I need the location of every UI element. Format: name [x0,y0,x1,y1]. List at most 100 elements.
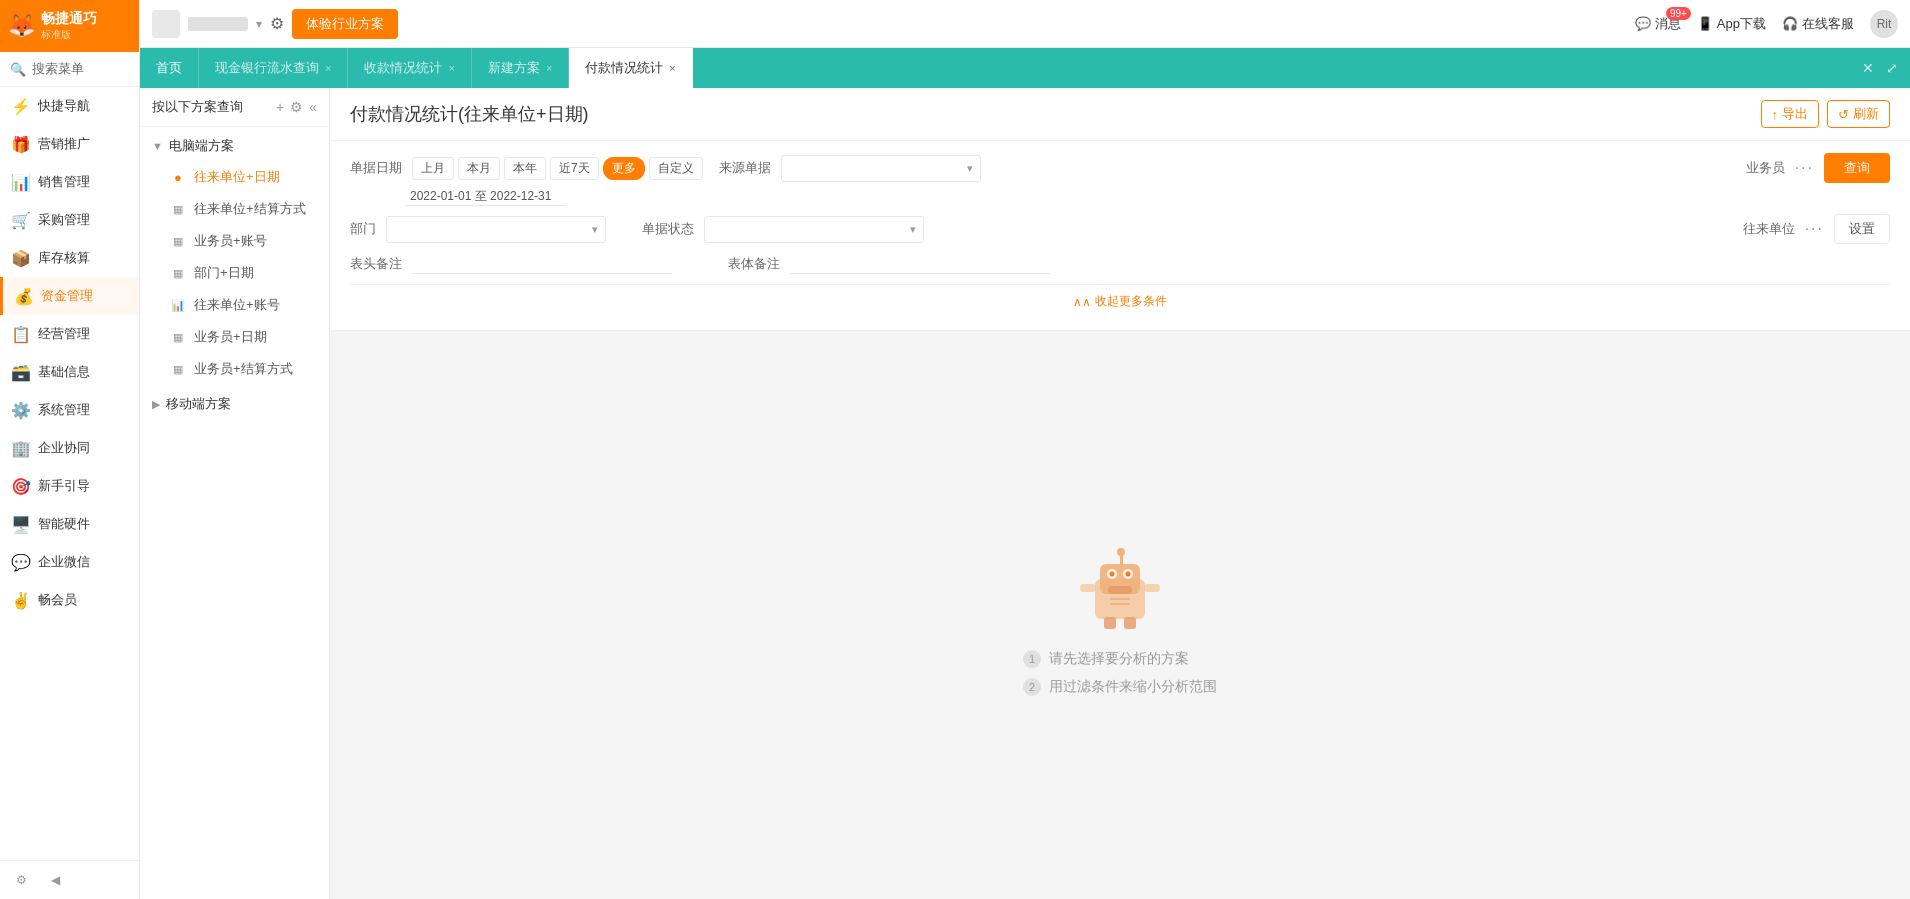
scheme-item-0[interactable]: ● 往来单位+日期 [140,161,329,193]
page-header: 付款情况统计(往来单位+日期) ↑ 导出 ↺ 刷新 [330,88,1910,141]
filter-area: 单据日期 上月 本月 本年 近7天 更多 自定义 来源单据 [330,141,1910,331]
scheme-section-desktop-header[interactable]: ▼ 电脑端方案 [140,131,329,161]
dept-select[interactable] [386,216,606,243]
topbar-settings-icon[interactable]: ⚙ [270,14,284,33]
scheme-item-4[interactable]: 📊 往来单位+账号 [140,289,329,321]
scheme-section-mobile[interactable]: ▶ 移动端方案 [140,389,329,419]
counterpart-dots-btn[interactable]: ··· [1805,220,1824,238]
scheme-panel: 按以下方案查询 + ⚙ « ▼ 电脑端方案 ● 往来单位+日期 ▦ [140,88,330,899]
tab-close-all[interactable]: ✕ [1858,56,1878,80]
tab-new-plan[interactable]: 新建方案 × [472,48,569,88]
msg-badge: 99+ [1666,7,1691,20]
scheme-settings-btn[interactable]: ⚙ [290,99,303,115]
sidebar-item-wechat[interactable]: 💬 企业微信 [0,543,139,581]
sidebar-item-quick-nav[interactable]: ⚡ 快捷导航 [0,87,139,125]
tab-new-plan-close[interactable]: × [546,62,552,74]
sidebar: 🦊 畅捷通巧 标准版 🔍 搜索菜单 ⚡ 快捷导航 🎁 营销推广 📊 销售管理 🛒… [0,0,140,899]
search-menu[interactable]: 🔍 搜索菜单 [0,52,139,87]
topbar: ▾ ⚙ 体验行业方案 💬 消息 99+ 📱 App下载 🎧 在线客服 Rit [140,0,1910,48]
tab-receipts-close[interactable]: × [448,62,454,74]
sidebar-logo: 🦊 畅捷通巧 标准版 [0,0,139,52]
search-label: 搜索菜单 [32,60,84,78]
sidebar-item-capital[interactable]: 💰 资金管理 [0,277,139,315]
sidebar-item-label: 销售管理 [38,173,90,191]
body-note-label: 表体备注 [728,255,780,273]
staff-dots-btn[interactable]: ··· [1795,159,1814,177]
date-btns: 上月 本月 本年 近7天 更多 自定义 [412,157,703,180]
sidebar-item-member[interactable]: ✌ 畅会员 [0,581,139,619]
tab-payments-close[interactable]: × [669,62,675,74]
scheme-item-6[interactable]: ▦ 业务员+结算方式 [140,353,329,385]
query-btn[interactable]: 查询 [1824,153,1890,183]
refresh-btn[interactable]: ↺ 刷新 [1827,100,1890,128]
scheme-collapse-btn[interactable]: « [309,99,317,115]
scheme-item-icon: ▦ [170,361,186,377]
scheme-header-icons: + ⚙ « [276,99,317,115]
settings-bottom-btn[interactable]: ⚙ [8,869,35,891]
collapse-sidebar-btn[interactable]: ◀ [43,869,68,891]
collapse-btn[interactable]: ∧∧ 收起更多条件 [350,284,1890,318]
scheme-item-5[interactable]: ▦ 业务员+日期 [140,321,329,353]
sidebar-item-operation[interactable]: 📋 经营管理 [0,315,139,353]
scheme-item-radio-icon: ● [170,169,186,185]
topbar-service[interactable]: 🎧 在线客服 [1782,15,1854,33]
sidebar-item-sales[interactable]: 📊 销售管理 [0,163,139,201]
sidebar-item-system[interactable]: ⚙️ 系统管理 [0,391,139,429]
settings-btn[interactable]: 设置 [1834,214,1890,244]
robot-illustration [1060,534,1180,634]
doc-status-label: 单据状态 [642,220,694,238]
page-actions: ↑ 导出 ↺ 刷新 [1761,100,1891,128]
dept-label: 部门 [350,220,376,238]
topbar-right: 💬 消息 99+ 📱 App下载 🎧 在线客服 Rit [1635,10,1898,38]
body-note-input[interactable] [790,254,1050,274]
refresh-icon: ↺ [1838,107,1849,122]
sidebar-item-hardware[interactable]: 🖥️ 智能硬件 [0,505,139,543]
trial-btn[interactable]: 体验行业方案 [292,9,398,39]
date-btn-this-year[interactable]: 本年 [504,157,546,180]
hardware-icon: 🖥️ [12,515,30,533]
date-btn-7days[interactable]: 近7天 [550,157,599,180]
tabbar: 首页 现金银行流水查询 × 收款情况统计 × 新建方案 × 付款情况统计 × ✕… [140,48,1910,88]
scheme-item-3[interactable]: ▦ 部门+日期 [140,257,329,289]
sidebar-item-guide[interactable]: 🎯 新手引导 [0,467,139,505]
bank-tab-label: 现金银行流水查询 [215,59,319,77]
right-panel: 付款情况统计(往来单位+日期) ↑ 导出 ↺ 刷新 单 [330,88,1910,899]
refresh-label: 刷新 [1853,105,1879,123]
date-btn-more[interactable]: 更多 [603,157,645,180]
header-note-input[interactable] [412,254,672,274]
sidebar-item-label: 资金管理 [41,287,93,305]
scheme-item-label: 往来单位+账号 [194,296,280,314]
guide-icon: 🎯 [12,477,30,495]
doc-status-select[interactable] [704,216,924,243]
topbar-arrow-icon[interactable]: ▾ [256,17,262,31]
sidebar-item-basic[interactable]: 🗃️ 基础信息 [0,353,139,391]
date-range-input[interactable] [406,187,566,206]
scheme-item-1[interactable]: ▦ 往来单位+结算方式 [140,193,329,225]
body-note-group: 表体备注 [728,254,1050,274]
sidebar-item-marketing[interactable]: 🎁 营销推广 [0,125,139,163]
export-btn[interactable]: ↑ 导出 [1761,100,1820,128]
tab-bank-close[interactable]: × [325,62,331,74]
svg-rect-6 [1108,586,1132,594]
date-btn-last-month[interactable]: 上月 [412,157,454,180]
tabbar-right: ✕ ⤢ [1850,48,1910,88]
capital-icon: 💰 [15,287,33,305]
topbar-app[interactable]: 📱 App下载 [1697,15,1766,33]
sidebar-item-enterprise[interactable]: 🏢 企业协同 [0,429,139,467]
tab-home[interactable]: 首页 [140,48,199,88]
scheme-item-2[interactable]: ▦ 业务员+账号 [140,225,329,257]
dept-select-wrapper: ▾ [386,216,606,243]
tab-receipts[interactable]: 收款情况统计 × [348,48,471,88]
date-btn-custom[interactable]: 自定义 [649,157,703,180]
scheme-item-icon: ▦ [170,329,186,345]
sidebar-item-inventory[interactable]: 📦 库存核算 [0,239,139,277]
tab-expand[interactable]: ⤢ [1882,56,1902,80]
tab-bank[interactable]: 现金银行流水查询 × [199,48,348,88]
sidebar-item-purchase[interactable]: 🛒 采购管理 [0,201,139,239]
source-select[interactable] [781,155,981,182]
topbar-msg[interactable]: 💬 消息 99+ [1635,15,1681,33]
scheme-add-btn[interactable]: + [276,99,284,115]
topbar-user[interactable]: Rit [1870,10,1898,38]
tab-payments[interactable]: 付款情况统计 × [569,48,692,88]
date-btn-this-month[interactable]: 本月 [458,157,500,180]
